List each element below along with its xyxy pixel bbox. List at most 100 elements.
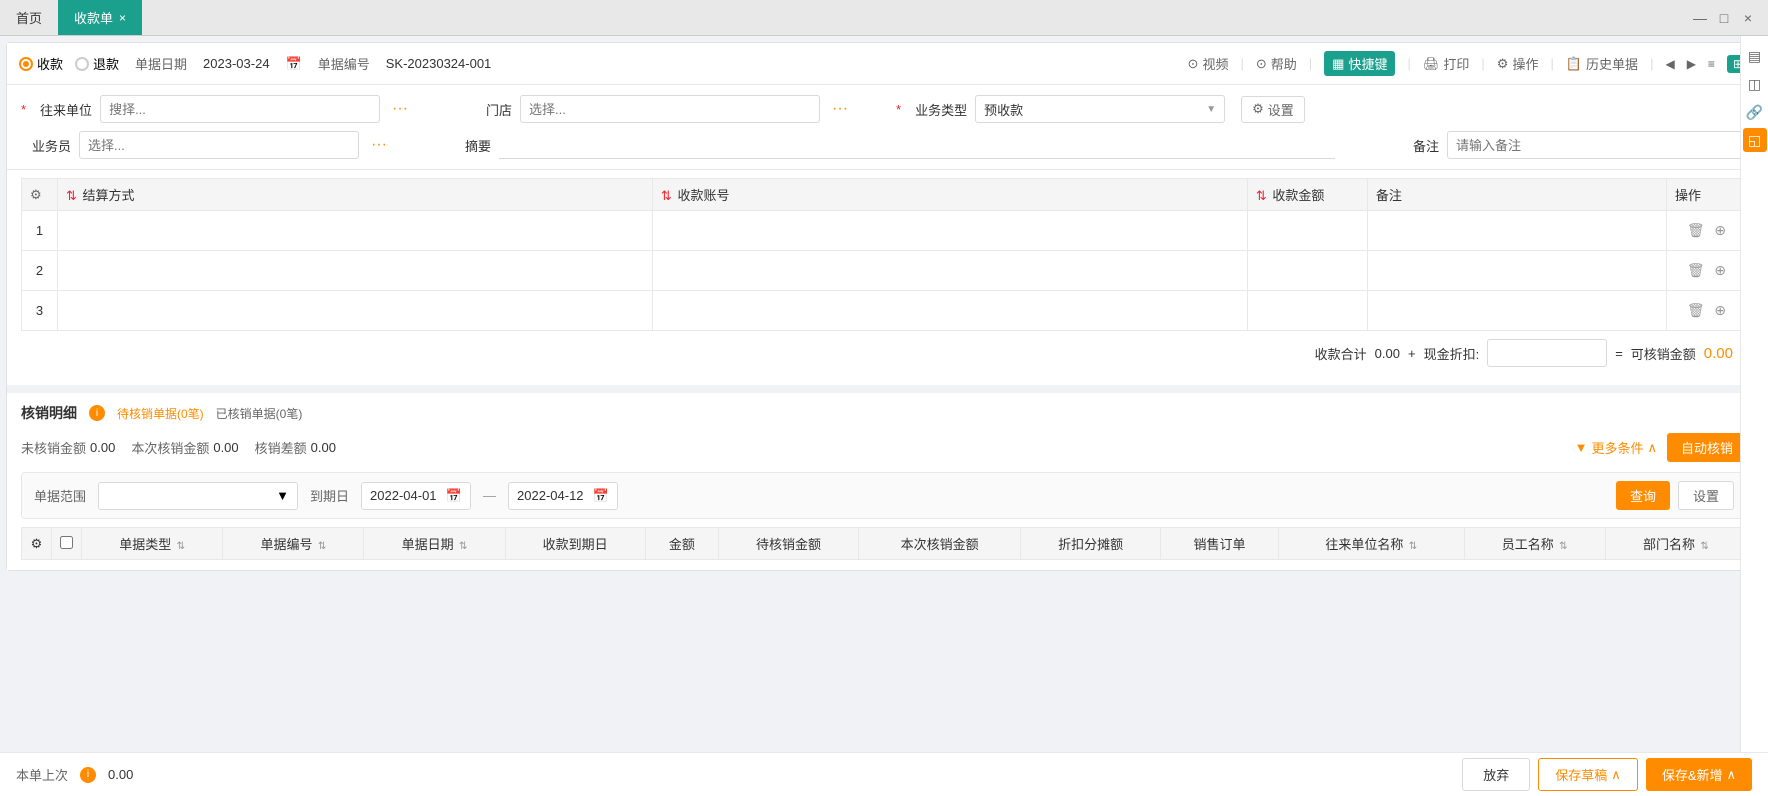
close-button[interactable]: × (1740, 10, 1756, 26)
col-doc-date: 单据日期 ⇅ (364, 528, 505, 560)
help-btn[interactable]: ⊙ 帮助 (1256, 54, 1297, 73)
col-operation-header: 操作 (1667, 179, 1747, 211)
receipt-radio[interactable]: 收款 (19, 54, 63, 73)
row-2-amount[interactable] (1247, 251, 1367, 291)
more-conditions-btn[interactable]: ▼ 更多条件 ∧ (1575, 438, 1657, 457)
help-icon: ⊙ (1256, 56, 1267, 72)
range-select[interactable]: ▼ (98, 482, 298, 510)
row-3-delete-icon[interactable]: 🗑 (1687, 302, 1705, 318)
refund-radio[interactable]: 退款 (75, 54, 119, 73)
row-2-copy-icon[interactable]: ⊕ (1714, 262, 1726, 278)
verify-stats: 未核销金额 0.00 本次核销金额 0.00 核销差额 0.00 ▼ 更多条件 … (21, 433, 1747, 462)
row-1-remark[interactable] (1367, 211, 1666, 251)
col-account-label: 收款账号 (677, 188, 729, 203)
verify-table-header: ⚙ 单据类型 ⇅ 单据编号 ⇅ 单据日期 ⇅ (22, 528, 1747, 560)
row-3-remark[interactable] (1367, 291, 1666, 331)
sidebar-icon-3[interactable]: 🔗 (1743, 100, 1767, 124)
tab-home[interactable]: 首页 (0, 0, 58, 35)
section-divider (7, 385, 1761, 393)
diff-stat: 核销差额 0.00 (255, 438, 336, 457)
col-settlement-header: ⇅ 结算方式 (58, 179, 653, 211)
filter-settings-btn[interactable]: 设置 (1678, 481, 1734, 510)
done-tab[interactable]: 已核销单据(0笔) (216, 405, 303, 422)
summary-label: 摘要 (435, 136, 491, 155)
col-doc-no: 单据编号 ⇅ (223, 528, 364, 560)
counterpart-more-btn[interactable]: ··· (392, 101, 408, 117)
biz-setting-btn[interactable]: ⚙ 设置 (1241, 96, 1305, 123)
col-account-header: ⇅ 收款账号 (652, 179, 1247, 211)
row-3-copy-icon[interactable]: ⊕ (1714, 302, 1726, 318)
save-new-btn[interactable]: 保存&新增 ∧ (1646, 758, 1752, 791)
due-date-label: 到期日 (310, 486, 349, 505)
history-btn[interactable]: 📋 历史单据 (1566, 54, 1638, 73)
query-btn[interactable]: 查询 (1616, 481, 1670, 510)
row-3-ops: 🗑 ⊕ (1667, 291, 1747, 331)
memo-input[interactable] (1447, 131, 1747, 159)
tab-close-icon[interactable]: × (119, 11, 126, 25)
print-btn[interactable]: 🖨 打印 (1423, 54, 1470, 73)
prev-btn[interactable]: ◀ (1665, 57, 1674, 71)
sidebar-icon-4[interactable]: ◱ (1743, 128, 1767, 152)
row-1-account[interactable] (652, 211, 1247, 251)
col-remark-label: 备注 (1376, 188, 1402, 203)
row-3-settlement[interactable] (58, 291, 653, 331)
verify-info-icon[interactable]: i (89, 405, 105, 421)
col-gear-verify: ⚙ (22, 528, 52, 560)
bottom-info-icon[interactable]: i (80, 767, 96, 783)
store-more-btn[interactable]: ··· (832, 101, 848, 117)
next-btn[interactable]: ▶ (1687, 57, 1696, 71)
list-view-btn[interactable]: ≡ (1708, 57, 1715, 71)
video-icon: ⊙ (1188, 56, 1199, 72)
row-1-settlement[interactable] (58, 211, 653, 251)
shortcut-icon: ▦ (1332, 56, 1344, 72)
row-num-1: 1 (22, 211, 58, 251)
abandon-btn[interactable]: 放弃 (1462, 758, 1530, 791)
required-biz: * (896, 102, 901, 117)
maximize-button[interactable]: □ (1716, 10, 1732, 26)
verify-gear-icon[interactable]: ⚙ (31, 536, 43, 551)
help-label: 帮助 (1271, 54, 1297, 73)
summary-input[interactable] (499, 131, 1335, 159)
table-gear-icon[interactable]: ⚙ (30, 187, 42, 202)
tab-active[interactable]: 收款单 × (58, 0, 142, 35)
discount-input[interactable] (1487, 339, 1607, 367)
biz-type-select[interactable]: 预收款 ▼ (975, 95, 1225, 123)
save-draft-btn[interactable]: 保存草稿 ∧ (1538, 758, 1638, 791)
col-due-date: 收款到期日 (505, 528, 645, 560)
select-all-checkbox[interactable] (60, 536, 73, 549)
video-btn[interactable]: ⊙ 视频 (1188, 54, 1229, 73)
table-row: 3 🗑 ⊕ (22, 291, 1747, 331)
date-to-input[interactable]: 2022-04-12 📅 (508, 482, 618, 510)
staff-label: 业务员 (29, 136, 71, 155)
row-3-amount[interactable] (1247, 291, 1367, 331)
unverified-stat: 未核销金额 0.00 (21, 438, 115, 457)
top-toolbar: 收款 退款 单据日期 2023-03-24 📅 单据编号 SK-20230324… (7, 43, 1761, 85)
row-2-delete-icon[interactable]: 🗑 (1687, 262, 1705, 278)
staff-input[interactable] (79, 131, 359, 159)
refund-label: 退款 (93, 54, 119, 73)
row-3-account[interactable] (652, 291, 1247, 331)
col-doc-type: 单据类型 ⇅ (82, 528, 223, 560)
calendar-icon[interactable]: 📅 (286, 56, 302, 72)
operation-btn[interactable]: ⚙ 操作 (1497, 54, 1539, 73)
row-1-copy-icon[interactable]: ⊕ (1714, 222, 1726, 238)
sidebar-icon-1[interactable]: ▤ (1743, 44, 1767, 68)
minimize-button[interactable]: — (1692, 10, 1708, 26)
pending-tab[interactable]: 待核销单据(0笔) (117, 405, 204, 422)
row-2-account[interactable] (652, 251, 1247, 291)
auto-verify-btn[interactable]: 自动核销 (1667, 433, 1747, 462)
store-input[interactable] (520, 95, 820, 123)
sort-doc-type-icon: ⇅ (177, 541, 185, 552)
shortcut-btn[interactable]: ▦ 快捷键 (1324, 51, 1395, 76)
col-amount-header: ⇅ 收款金额 (1247, 179, 1367, 211)
counterpart-input[interactable] (100, 95, 380, 123)
staff-more-btn[interactable]: ··· (371, 137, 387, 153)
row-2-settlement[interactable] (58, 251, 653, 291)
date-from-input[interactable]: 2022-04-01 📅 (361, 482, 471, 510)
row-1-amount[interactable] (1247, 211, 1367, 251)
sidebar-icon-2[interactable]: ◫ (1743, 72, 1767, 96)
row-1-delete-icon[interactable]: 🗑 (1687, 222, 1705, 238)
available-value: 0.00 (1704, 345, 1733, 362)
sort-doc-date-icon: ⇅ (459, 541, 467, 552)
row-2-remark[interactable] (1367, 251, 1666, 291)
